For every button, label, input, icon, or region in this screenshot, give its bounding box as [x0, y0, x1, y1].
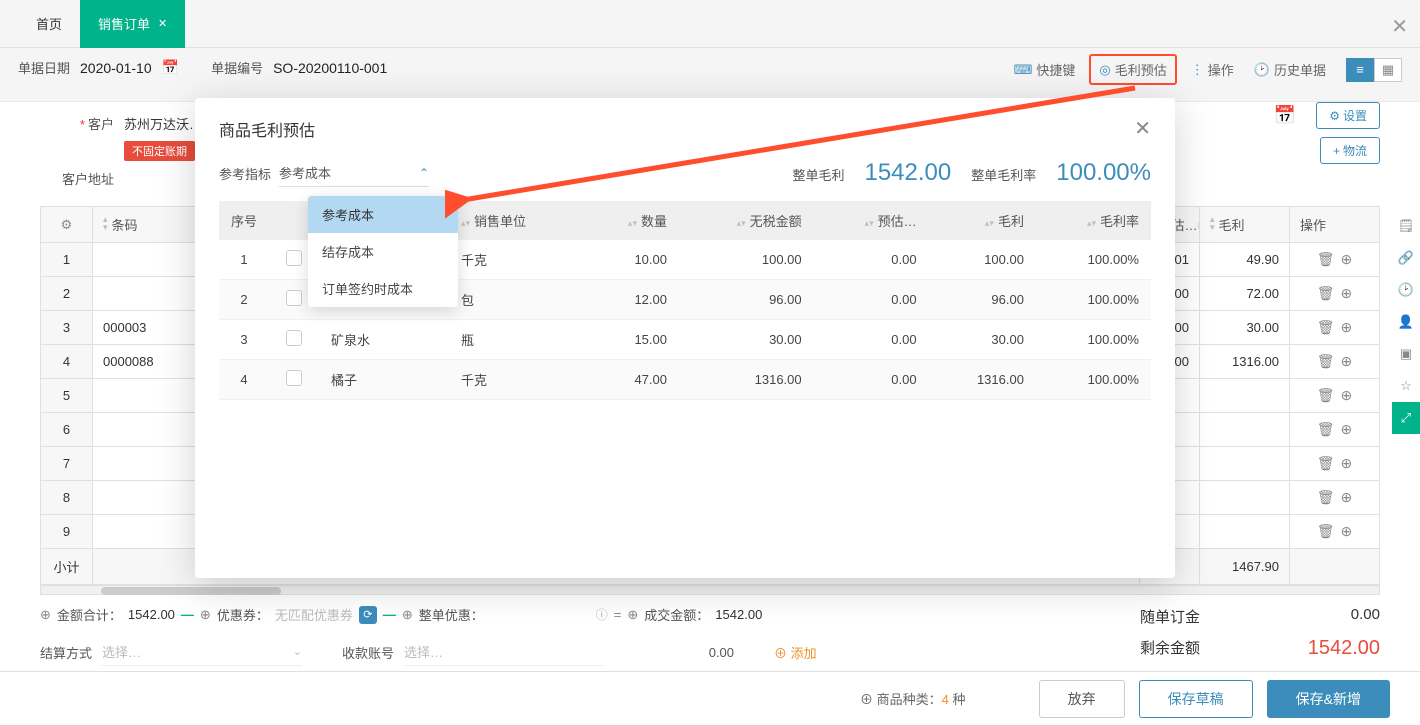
profit-modal: 商品毛利预估 ✕ 参考指标 参考成本 ⌃ 整单毛利 1542.00 整单毛利率 … [195, 98, 1175, 578]
cell-profit: 30.00 [929, 320, 1036, 360]
total-rate-value: 100.00% [1056, 159, 1151, 187]
ref-label: 参考指标 [219, 164, 271, 183]
cell-profit: 96.00 [929, 280, 1036, 320]
row-checkbox[interactable] [286, 250, 302, 266]
cell-qty: 47.00 [584, 360, 679, 400]
cell-est: 0.00 [814, 280, 929, 320]
cell-qty: 12.00 [584, 280, 679, 320]
col-idx: 序号 [219, 201, 269, 240]
ref-dropdown: 参考成本结存成本订单签约时成本 [308, 196, 458, 307]
cell-unit: 包 [449, 280, 584, 320]
total-profit-value: 1542.00 [864, 159, 951, 187]
col-rate[interactable]: ▴▾毛利率 [1036, 201, 1151, 240]
cell-rate: 100.00% [1036, 240, 1151, 280]
modal-title: 商品毛利预估 [219, 117, 315, 141]
total-profit-label: 整单毛利 [792, 165, 844, 184]
cell-notax: 1316.00 [679, 360, 814, 400]
ref-value: 参考成本 [279, 163, 331, 182]
cell-idx: 4 [219, 360, 269, 400]
dropdown-option[interactable]: 结存成本 [308, 233, 458, 270]
cell-rate: 100.00% [1036, 320, 1151, 360]
chevron-up-icon: ⌃ [419, 166, 429, 180]
cell-idx: 2 [219, 280, 269, 320]
col-profit-m[interactable]: ▴▾毛利 [929, 201, 1036, 240]
cell-profit: 100.00 [929, 240, 1036, 280]
cell-idx: 3 [219, 320, 269, 360]
cell-qty: 15.00 [584, 320, 679, 360]
cell-est: 0.00 [814, 320, 929, 360]
table-row[interactable]: 3 矿泉水 瓶 15.00 30.00 0.00 30.00 100.00% [219, 320, 1151, 360]
ref-select[interactable]: 参考成本 ⌃ [279, 159, 429, 187]
cell-notax: 96.00 [679, 280, 814, 320]
col-est[interactable]: ▴▾预估… [814, 201, 929, 240]
row-checkbox[interactable] [286, 330, 302, 346]
row-checkbox[interactable] [286, 290, 302, 306]
dropdown-option[interactable]: 订单签约时成本 [308, 270, 458, 307]
cell-name: 橘子 [319, 360, 449, 400]
col-unit[interactable]: ▴▾销售单位 [449, 201, 584, 240]
cell-rate: 100.00% [1036, 360, 1151, 400]
cell-name: 矿泉水 [319, 320, 449, 360]
col-qty[interactable]: ▴▾数量 [584, 201, 679, 240]
cell-notax: 100.00 [679, 240, 814, 280]
cell-est: 0.00 [814, 360, 929, 400]
cell-unit: 瓶 [449, 320, 584, 360]
dropdown-option[interactable]: 参考成本 [308, 196, 458, 233]
total-rate-label: 整单毛利率 [971, 165, 1036, 184]
cell-qty: 10.00 [584, 240, 679, 280]
cell-profit: 1316.00 [929, 360, 1036, 400]
cell-est: 0.00 [814, 240, 929, 280]
cell-unit: 千克 [449, 240, 584, 280]
row-checkbox[interactable] [286, 370, 302, 386]
cell-rate: 100.00% [1036, 280, 1151, 320]
modal-close-icon[interactable]: ✕ [1134, 116, 1151, 141]
col-notax[interactable]: ▴▾无税金额 [679, 201, 814, 240]
cell-idx: 1 [219, 240, 269, 280]
table-row[interactable]: 4 橘子 千克 47.00 1316.00 0.00 1316.00 100.0… [219, 360, 1151, 400]
cell-notax: 30.00 [679, 320, 814, 360]
cell-unit: 千克 [449, 360, 584, 400]
